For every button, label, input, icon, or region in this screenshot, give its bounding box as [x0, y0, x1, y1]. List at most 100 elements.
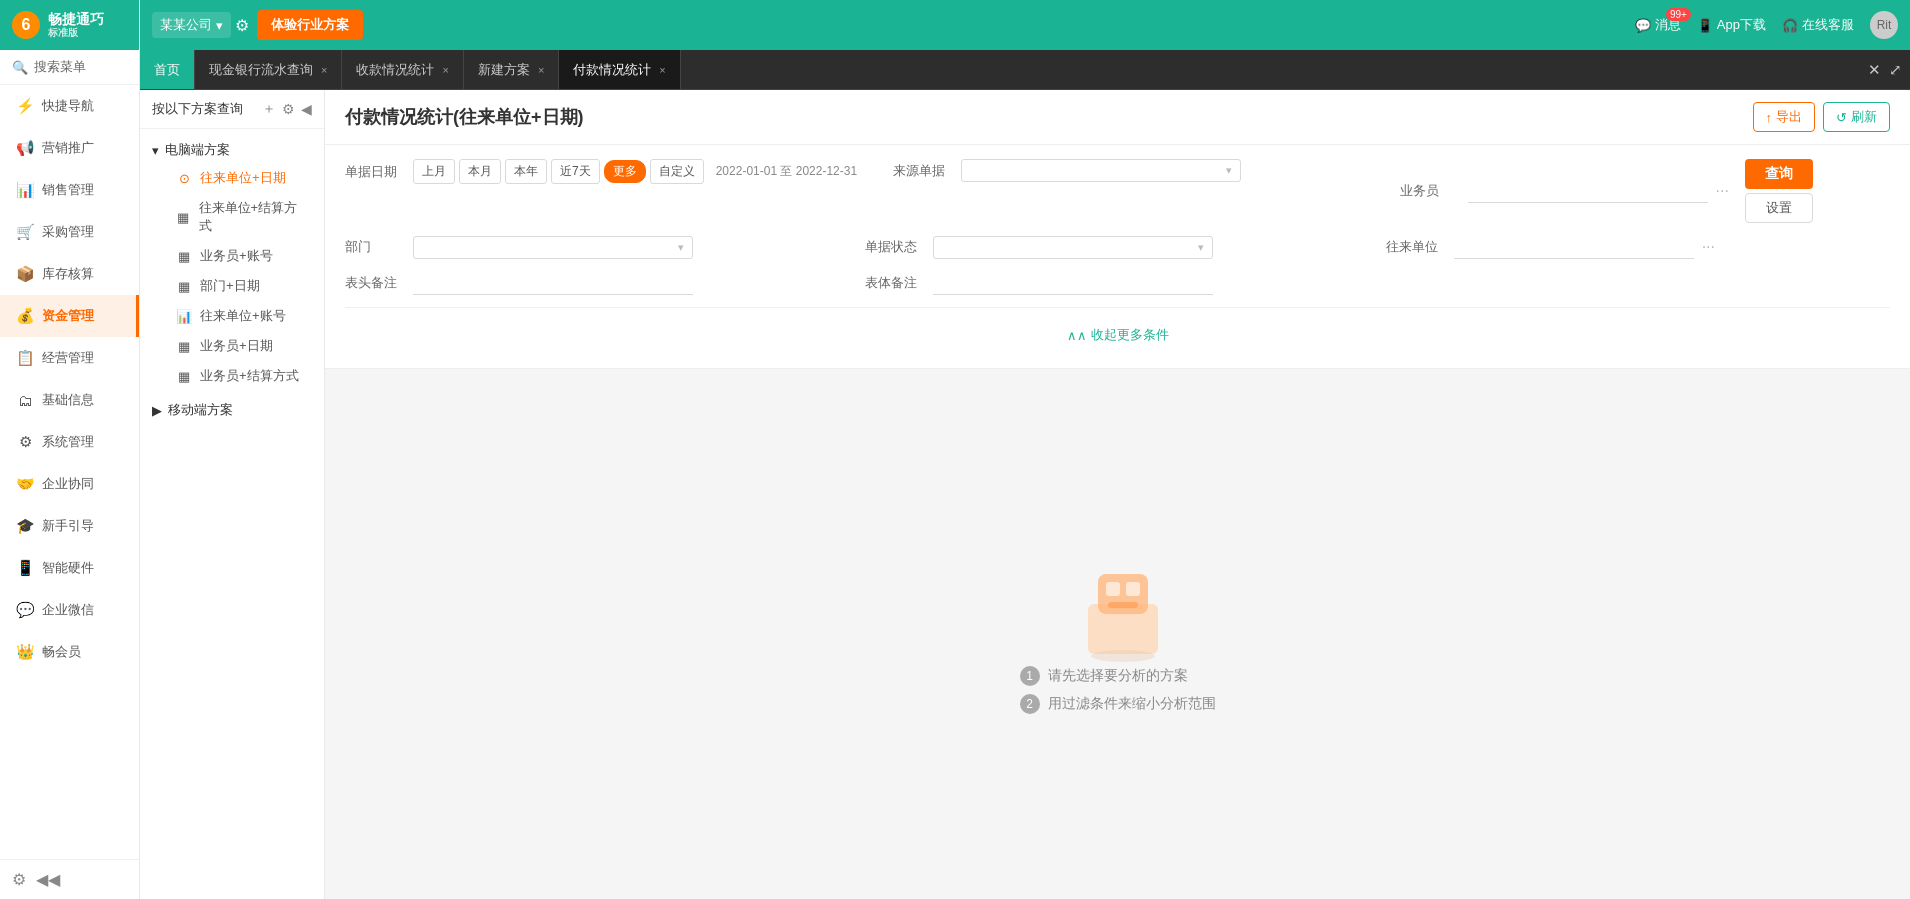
tab-cash-flow[interactable]: 现金银行流水查询×: [195, 50, 342, 89]
sidebar-item-operations[interactable]: 📋经营管理: [0, 337, 139, 379]
sidebar-bottom: ⚙ ◀◀: [0, 859, 139, 899]
tabbar-actions: ✕ ⤢: [1860, 50, 1910, 89]
schema-panel-header: 按以下方案查询 ＋ ⚙ ◀: [140, 90, 324, 129]
tab-label-receipt-stat: 收款情况统计: [356, 61, 434, 79]
source-chevron-icon: ▾: [1226, 164, 1232, 177]
setting-btn[interactable]: 设置: [1745, 193, 1813, 223]
staff-more-icon[interactable]: ···: [1716, 182, 1729, 200]
collapse-up-icon: ∧∧: [1067, 328, 1087, 343]
wechat-icon: 💬: [16, 601, 34, 619]
schema-panel: 按以下方案查询 ＋ ⚙ ◀ ▾ 电脑端方案 ⊙往来单位+日期▦往来单位+结算方式…: [140, 90, 325, 899]
query-btn[interactable]: 查询: [1745, 159, 1813, 189]
partner-more-icon[interactable]: ···: [1702, 238, 1715, 256]
sidebar-item-label: 营销推广: [42, 139, 94, 157]
collapse-conditions-btn[interactable]: ∧∧ 收起更多条件: [1067, 316, 1169, 354]
schema-item-staff-date[interactable]: ▦业务员+日期: [152, 331, 312, 361]
tab-new-schema[interactable]: 新建方案 ×: [464, 50, 559, 89]
sidebar-item-basic-info[interactable]: 🗂基础信息: [0, 379, 139, 421]
sidebar-item-system[interactable]: ⚙系统管理: [0, 421, 139, 463]
export-btn[interactable]: ↑ 导出: [1753, 102, 1816, 132]
date-range-text: 2022-01-01 至 2022-12-31: [716, 163, 857, 180]
desktop-group-title[interactable]: ▾ 电脑端方案: [152, 141, 312, 159]
member-icon: 👑: [16, 643, 34, 661]
schema-item-staff-account[interactable]: ▦业务员+账号: [152, 241, 312, 271]
tab-label-new-schema: 新建方案: [478, 61, 530, 79]
sidebar-item-inventory[interactable]: 📦库存核算: [0, 253, 139, 295]
schema-item-partner-date[interactable]: ⊙往来单位+日期: [152, 163, 312, 193]
sidebar-item-wechat[interactable]: 💬企业微信: [0, 589, 139, 631]
dept-label: 部门: [345, 238, 405, 256]
sidebar-item-marketing[interactable]: 📢营销推广: [0, 127, 139, 169]
sidebar-item-label: 库存核算: [42, 265, 94, 283]
tab-home[interactable]: 首页: [140, 50, 195, 89]
close-tab-payment-stat-icon[interactable]: ×: [659, 64, 665, 76]
sidebar-item-hardware[interactable]: 📱智能硬件: [0, 547, 139, 589]
svg-rect-3: [1126, 582, 1140, 596]
filter-form: 单据日期 上月 本月 本年 近7天 更多 自定义 2022-01-01 至 20…: [325, 145, 1910, 369]
user-avatar[interactable]: Rit: [1870, 11, 1898, 39]
more-date-btn[interactable]: 更多: [604, 160, 646, 183]
online-service-btn[interactable]: 🎧 在线客服: [1782, 16, 1854, 34]
try-industry-btn[interactable]: 体验行业方案: [257, 10, 363, 40]
custom-date-btn[interactable]: 自定义: [650, 159, 704, 184]
collapse-sidebar-icon[interactable]: ◀◀: [36, 870, 60, 889]
this-month-btn[interactable]: 本月: [459, 159, 501, 184]
filter-row-3: 表头备注 表体备注: [345, 271, 1890, 295]
schema-item-staff-settle[interactable]: ▦业务员+结算方式: [152, 361, 312, 391]
schema-label-staff-date: 业务员+日期: [200, 337, 273, 355]
topbar-gear-icon[interactable]: ⚙: [235, 16, 249, 35]
staff-label: 业务员: [1400, 182, 1460, 200]
close-tab-new-schema-icon[interactable]: ×: [538, 64, 544, 76]
voucher-status-chevron-icon: ▾: [1198, 241, 1204, 254]
sidebar-item-member[interactable]: 👑 畅会员: [0, 631, 139, 673]
mobile-schema-group: ▶ 移动端方案: [140, 395, 324, 427]
tab-label-home: 首页: [154, 61, 180, 79]
sidebar-item-quick-nav[interactable]: ⚡快捷导航: [0, 85, 139, 127]
expand-icon[interactable]: ⤢: [1889, 61, 1902, 79]
topbar: 某某公司 ▾ ⚙ 体验行业方案 💬 消息 99+ 📱 App下载 🎧 在线客服 …: [140, 0, 1910, 50]
sidebar-search[interactable]: 🔍 搜索菜单: [0, 50, 139, 85]
mobile-group-title[interactable]: ▶ 移动端方案: [152, 401, 312, 419]
source-select[interactable]: ▾: [961, 159, 1241, 182]
schema-item-partner-settle[interactable]: ▦往来单位+结算方式: [152, 193, 312, 241]
sidebar: 6 畅捷通巧 标准版 🔍 搜索菜单 ⚡快捷导航📢营销推广📊销售管理🛒采购管理📦库…: [0, 0, 140, 899]
page-title: 付款情况统计(往来单位+日期): [345, 105, 1753, 129]
sidebar-item-label: 企业协同: [42, 475, 94, 493]
schema-item-partner-account[interactable]: 📊往来单位+账号: [152, 301, 312, 331]
message-btn[interactable]: 💬 消息 99+: [1635, 16, 1681, 34]
tab-payment-stat[interactable]: 付款情况统计×: [559, 50, 680, 89]
body-note-input[interactable]: [933, 271, 1213, 295]
settings-icon[interactable]: ⚙: [12, 870, 26, 889]
close-all-tabs-icon[interactable]: ✕: [1868, 61, 1881, 79]
search-icon: 🔍: [12, 60, 28, 75]
add-schema-icon[interactable]: ＋: [262, 100, 276, 118]
staff-input[interactable]: [1468, 179, 1708, 203]
last-month-btn[interactable]: 上月: [413, 159, 455, 184]
guide-icon: 🎓: [16, 517, 34, 535]
schema-settings-icon[interactable]: ⚙: [282, 101, 295, 117]
close-tab-receipt-stat-icon[interactable]: ×: [442, 64, 448, 76]
this-year-btn[interactable]: 本年: [505, 159, 547, 184]
schema-icon-partner-account: 📊: [176, 308, 192, 324]
company-selector[interactable]: 某某公司 ▾: [152, 12, 231, 38]
voucher-status-select[interactable]: ▾: [933, 236, 1213, 259]
sidebar-item-sales[interactable]: 📊销售管理: [0, 169, 139, 211]
schema-label-staff-account: 业务员+账号: [200, 247, 273, 265]
collapse-panel-icon[interactable]: ◀: [301, 101, 312, 117]
sidebar-item-label: 畅会员: [42, 643, 81, 661]
sidebar-item-finance[interactable]: 💰资金管理: [0, 295, 139, 337]
schema-item-dept-date[interactable]: ▦部门+日期: [152, 271, 312, 301]
last-7-days-btn[interactable]: 近7天: [551, 159, 600, 184]
tab-receipt-stat[interactable]: 收款情况统计 ×: [342, 50, 463, 89]
dept-select[interactable]: ▾: [413, 236, 693, 259]
head-note-input[interactable]: [413, 271, 693, 295]
sidebar-item-corp[interactable]: 🤝企业协同: [0, 463, 139, 505]
partner-input[interactable]: [1454, 235, 1694, 259]
app-download-btn[interactable]: 📱 App下载: [1697, 16, 1766, 34]
form-header: 付款情况统计(往来单位+日期) ↑ 导出 ↺ 刷新: [325, 90, 1910, 145]
close-tab-cash-flow-icon[interactable]: ×: [321, 64, 327, 76]
date-label: 单据日期: [345, 163, 405, 181]
refresh-btn[interactable]: ↺ 刷新: [1823, 102, 1890, 132]
sidebar-item-guide[interactable]: 🎓新手引导: [0, 505, 139, 547]
sidebar-item-purchase[interactable]: 🛒采购管理: [0, 211, 139, 253]
